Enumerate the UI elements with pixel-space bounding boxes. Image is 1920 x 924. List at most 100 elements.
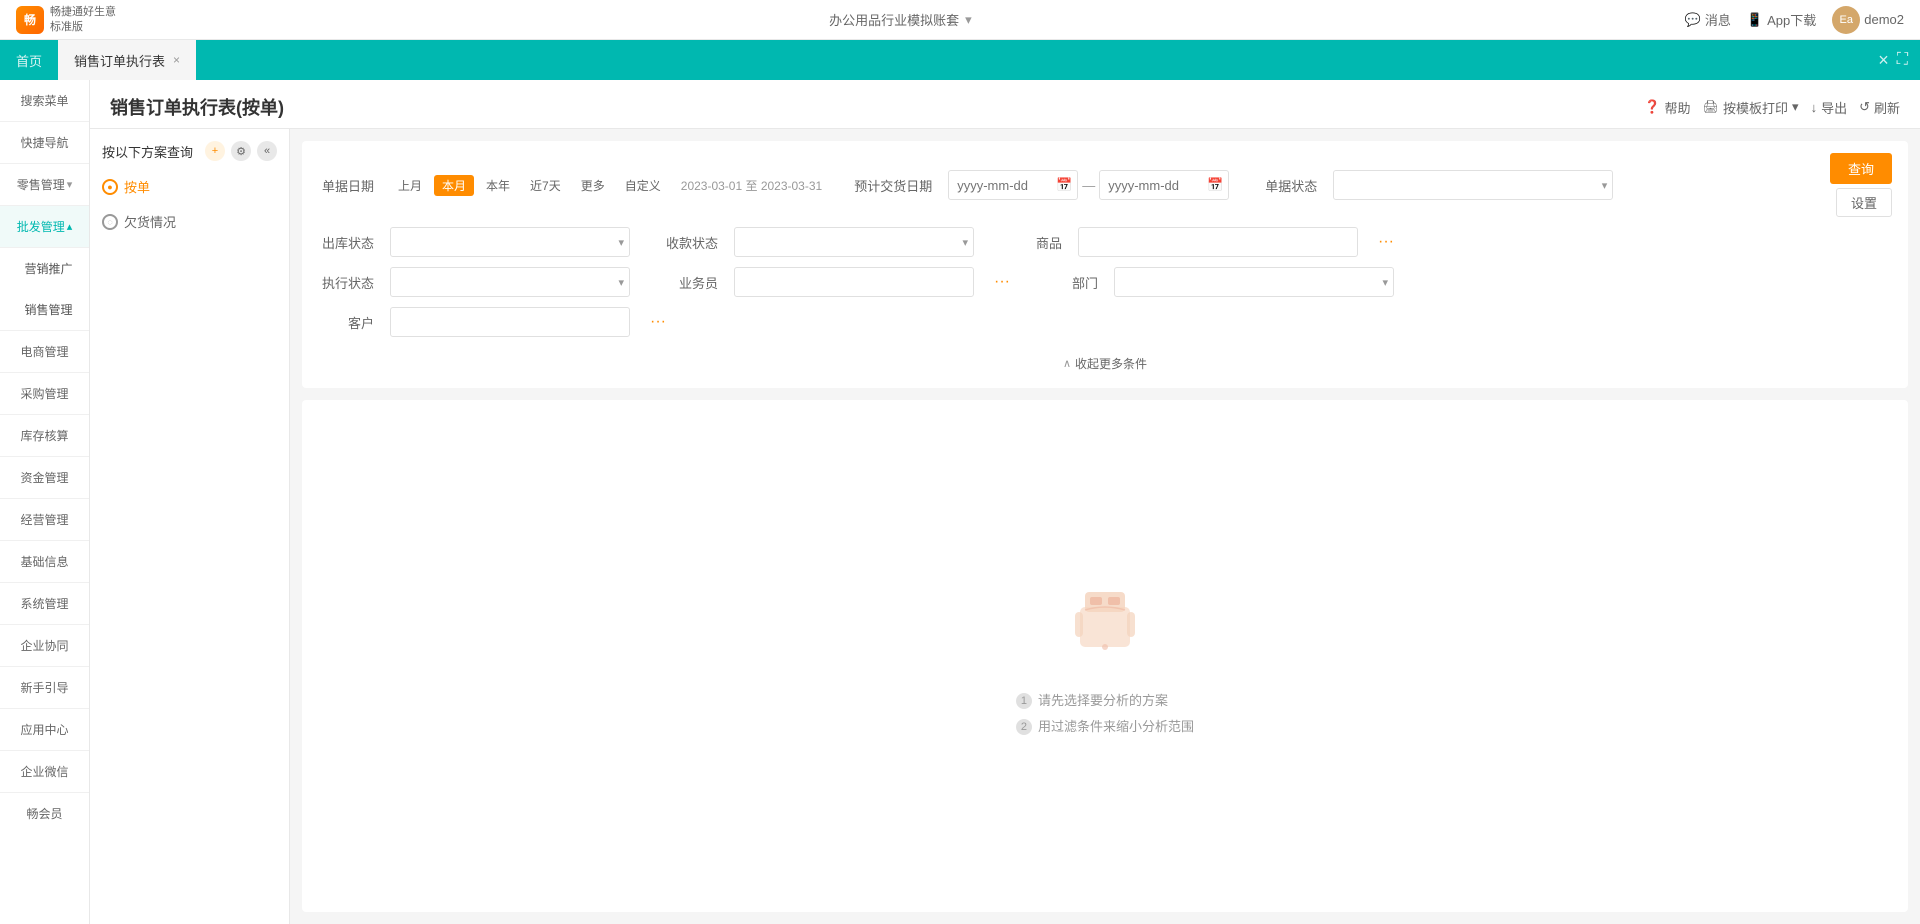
status-select-wrap: ▾ (1333, 170, 1613, 200)
tab-home-label: 首页 (16, 51, 42, 70)
exec-select[interactable] (390, 267, 630, 297)
sales-label: 销售管理 (24, 303, 72, 317)
refresh-label: 刷新 (1874, 98, 1900, 117)
header-dropdown-arrow[interactable]: ▾ (965, 12, 972, 28)
sidebar-item-quick-nav[interactable]: 快捷导航 (0, 122, 89, 164)
sidebar-item-stock[interactable]: 库存核算 (0, 415, 89, 457)
message-label: 消息 (1705, 10, 1731, 29)
status-select[interactable] (1333, 170, 1613, 200)
sidebar-item-coop[interactable]: 企业协同 (0, 625, 89, 667)
date-btn-本月[interactable]: 本月 (434, 175, 474, 196)
sidebar-item-newbie[interactable]: 新手引导 (0, 667, 89, 709)
setting-btn[interactable]: 设置 (1836, 188, 1892, 217)
template-print-btn[interactable]: 🖨 按模板打印 ▾ (1703, 98, 1799, 117)
collapse-btn[interactable]: ∧ 收起更多条件 (1063, 355, 1147, 372)
customer-label: 客户 (318, 313, 374, 332)
main-layout: 搜索菜单 快捷导航 零售管理 ▾ 批发管理 ▴ 营销推广 销售管理 电商管理 采… (0, 80, 1920, 924)
settings-scheme-btn[interactable]: ⚙ (231, 141, 251, 161)
page-header: 销售订单执行表(按单) ❓ 帮助 🖨 按模板打印 ▾ ↓ 导出 ↺ 刷新 (90, 80, 1920, 129)
empty-hints: 1 请先选择要分析的方案 2 用过滤条件来缩小分析范围 (1016, 688, 1194, 740)
sidebar-item-system[interactable]: 系统管理 (0, 583, 89, 625)
date-btn-近7天[interactable]: 近7天 (522, 175, 569, 196)
date-btn-自定义[interactable]: 自定义 (617, 175, 669, 196)
date-btn-更多[interactable]: 更多 (573, 175, 613, 196)
sidebar-item-retail[interactable]: 零售管理 ▾ (0, 164, 89, 206)
page-actions: ❓ 帮助 🖨 按模板打印 ▾ ↓ 导出 ↺ 刷新 (1644, 98, 1900, 117)
delivery-select[interactable] (390, 227, 630, 257)
refresh-btn[interactable]: ↺ 刷新 (1859, 98, 1900, 117)
sidebar-item-wechat[interactable]: 企业微信 (0, 751, 89, 793)
delivery-select-wrap: ▾ (390, 227, 630, 257)
product-label: 商品 (1006, 233, 1062, 252)
empty-hint-1: 1 请先选择要分析的方案 (1016, 688, 1194, 714)
add-scheme-btn[interactable]: + (205, 141, 225, 161)
menu-item-按单[interactable]: ● 按单 (90, 169, 289, 204)
help-btn[interactable]: ❓ 帮助 (1644, 98, 1690, 117)
sidebar-item-operation[interactable]: 经营管理 (0, 499, 89, 541)
customer-dots[interactable]: ··· (650, 313, 666, 331)
tab-sales-order[interactable]: 销售订单执行表 × (58, 40, 196, 80)
salesperson-dots[interactable]: ··· (994, 273, 1010, 291)
template-print-label: 按模板打印 (1723, 98, 1788, 117)
sidebar-item-vip[interactable]: 畅会员 (0, 793, 89, 834)
salesperson-input[interactable] (734, 267, 974, 297)
ecom-label: 电商管理 (20, 345, 68, 359)
left-panel-header: 按以下方案查询 + ⚙ « (90, 141, 289, 169)
calendar-end-icon[interactable]: 📅 (1207, 177, 1223, 193)
tab-maximize-icon[interactable]: ⛶ (1897, 51, 1908, 69)
sidebar-item-finance[interactable]: 资金管理 (0, 457, 89, 499)
left-panel-title: 按以下方案查询 (102, 142, 193, 161)
query-actions: 查询 设置 (1830, 153, 1892, 217)
date-sep: — (1082, 178, 1095, 193)
user-area[interactable]: Ea demo2 (1832, 6, 1904, 34)
hint-text-2: 用过滤条件来缩小分析范围 (1038, 714, 1194, 740)
sidebar-item-ecom[interactable]: 电商管理 (0, 331, 89, 373)
sidebar-item-appstore[interactable]: 应用中心 (0, 709, 89, 751)
message-icon: 💬 (1685, 12, 1701, 28)
sidebar-item-search-menu[interactable]: 搜索菜单 (0, 80, 89, 122)
sidebar-item-base[interactable]: 基础信息 (0, 541, 89, 583)
settings-icon: ⚙ (236, 145, 246, 158)
purchase-label: 采购管理 (20, 387, 68, 401)
sidebar-item-marketing[interactable]: 营销推广 (0, 248, 89, 289)
exec-label: 执行状态 (318, 273, 374, 292)
query-btn[interactable]: 查询 (1830, 153, 1892, 184)
date-btn-上月[interactable]: 上月 (390, 175, 430, 196)
sidebar-item-purchase[interactable]: 采购管理 (0, 373, 89, 415)
logo-text: 畅捷通好生意 标准版 (50, 5, 116, 34)
date-btn-本年[interactable]: 本年 (478, 175, 518, 196)
dept-select[interactable] (1114, 267, 1394, 297)
filter-row-4: 客户 ··· (318, 307, 1892, 337)
top-bar: 畅 畅捷通好生意 标准版 办公用品行业模拟账套 ▾ 💬 消息 📱 App下载 E… (0, 0, 1920, 40)
content-body: 按以下方案查询 + ⚙ « ● 按单 (90, 129, 1920, 924)
export-icon: ↓ (1811, 100, 1818, 115)
sidebar: 搜索菜单 快捷导航 零售管理 ▾ 批发管理 ▴ 营销推广 销售管理 电商管理 采… (0, 80, 90, 924)
sidebar-item-sales[interactable]: 销售管理 (0, 289, 89, 331)
expected-date-inputs: 📅 — 📅 (948, 170, 1229, 200)
vip-label: 畅会员 (26, 807, 62, 821)
appstore-label: 应用中心 (20, 723, 68, 737)
app-download-btn[interactable]: 📱 App下载 (1747, 10, 1816, 29)
help-label: 帮助 (1664, 98, 1690, 117)
empty-illustration (1055, 572, 1155, 672)
template-print-arrow[interactable]: ▾ (1792, 99, 1799, 115)
tab-home[interactable]: 首页 (0, 40, 58, 80)
tab-minimize-icon[interactable]: × (1878, 50, 1889, 71)
export-btn[interactable]: ↓ 导出 (1811, 98, 1848, 117)
collapse-panel-btn[interactable]: « (257, 141, 277, 161)
help-icon: ❓ (1644, 99, 1660, 115)
menu-item-欠货情况[interactable]: ◌ 欠货情况 (90, 204, 289, 239)
quick-nav-label: 快捷导航 (20, 136, 68, 150)
payment-select[interactable] (734, 227, 974, 257)
filter-area: 单据日期 上月 本月 本年 近7天 更多 自定义 2023-03-01 至 20… (302, 141, 1908, 388)
menu-item-欠货情况-label: 欠货情况 (124, 212, 176, 231)
message-btn[interactable]: 💬 消息 (1685, 10, 1731, 29)
product-dots[interactable]: ··· (1378, 233, 1394, 251)
tab-close-icon[interactable]: × (173, 53, 180, 67)
customer-input[interactable] (390, 307, 630, 337)
header-title-area[interactable]: 办公用品行业模拟账套 ▾ (829, 10, 972, 29)
product-input[interactable] (1078, 227, 1358, 257)
calendar-start-icon[interactable]: 📅 (1056, 177, 1072, 193)
delivery-label: 出库状态 (318, 233, 374, 252)
sidebar-item-wholesale[interactable]: 批发管理 ▴ (0, 206, 89, 248)
